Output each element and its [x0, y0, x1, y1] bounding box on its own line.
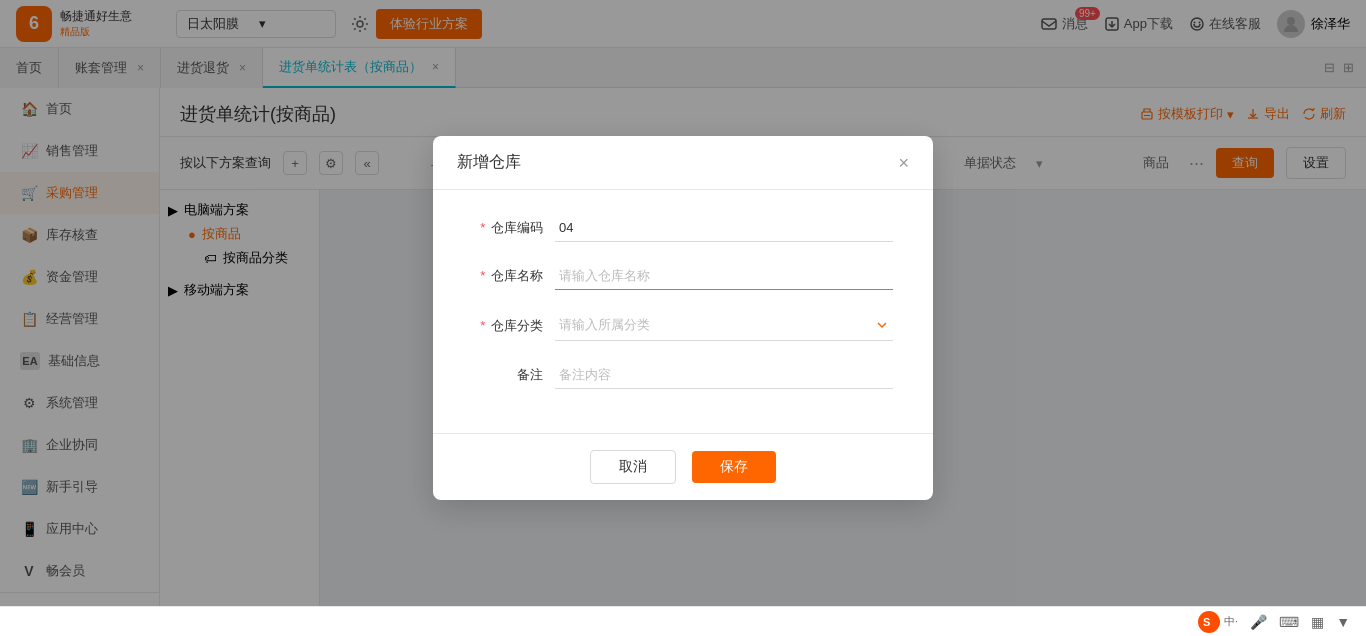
- category-chevron-icon: [875, 318, 889, 332]
- required-mark-code: *: [480, 220, 485, 235]
- add-warehouse-modal: 新增仓库 × * 仓库编码 * 仓库名称: [433, 136, 933, 500]
- form-row-category: * 仓库分类 请输入所属分类: [473, 310, 893, 341]
- modal-title: 新增仓库: [457, 152, 521, 173]
- modal-overlay: 新增仓库 × * 仓库编码 * 仓库名称: [0, 0, 1366, 636]
- warehouse-code-input[interactable]: [555, 214, 893, 242]
- status-s-icon: S 中·: [1198, 611, 1238, 633]
- form-row-code: * 仓库编码: [473, 214, 893, 242]
- bottom-more-icon[interactable]: ▼: [1336, 614, 1350, 630]
- modal-footer: 取消 保存: [433, 433, 933, 500]
- bottom-keyboard-icon[interactable]: ⌨: [1279, 614, 1299, 630]
- bottom-layout-icon[interactable]: ▦: [1311, 614, 1324, 630]
- s-brand-icon: S: [1198, 611, 1220, 633]
- required-mark-name: *: [480, 268, 485, 283]
- code-label: * 仓库编码: [473, 219, 543, 237]
- remark-label: 备注: [473, 366, 543, 384]
- svg-text:S: S: [1203, 616, 1210, 628]
- form-row-remark: 备注: [473, 361, 893, 389]
- warehouse-remark-input[interactable]: [555, 361, 893, 389]
- form-row-name: * 仓库名称: [473, 262, 893, 290]
- name-label: * 仓库名称: [473, 267, 543, 285]
- modal-close-btn[interactable]: ×: [898, 154, 909, 172]
- warehouse-category-select[interactable]: 请输入所属分类: [555, 310, 893, 341]
- bottom-label-zh: 中·: [1224, 614, 1238, 629]
- status-bar: S 中· 🎤 ⌨ ▦ ▼: [0, 606, 1366, 636]
- warehouse-name-input[interactable]: [555, 262, 893, 290]
- category-label: * 仓库分类: [473, 317, 543, 335]
- save-button[interactable]: 保存: [692, 451, 776, 483]
- cancel-button[interactable]: 取消: [590, 450, 676, 484]
- required-mark-category: *: [480, 318, 485, 333]
- modal-header: 新增仓库 ×: [433, 136, 933, 190]
- bottom-mic-icon[interactable]: 🎤: [1250, 614, 1267, 630]
- modal-body: * 仓库编码 * 仓库名称 * 仓库分类 请输入所属: [433, 190, 933, 433]
